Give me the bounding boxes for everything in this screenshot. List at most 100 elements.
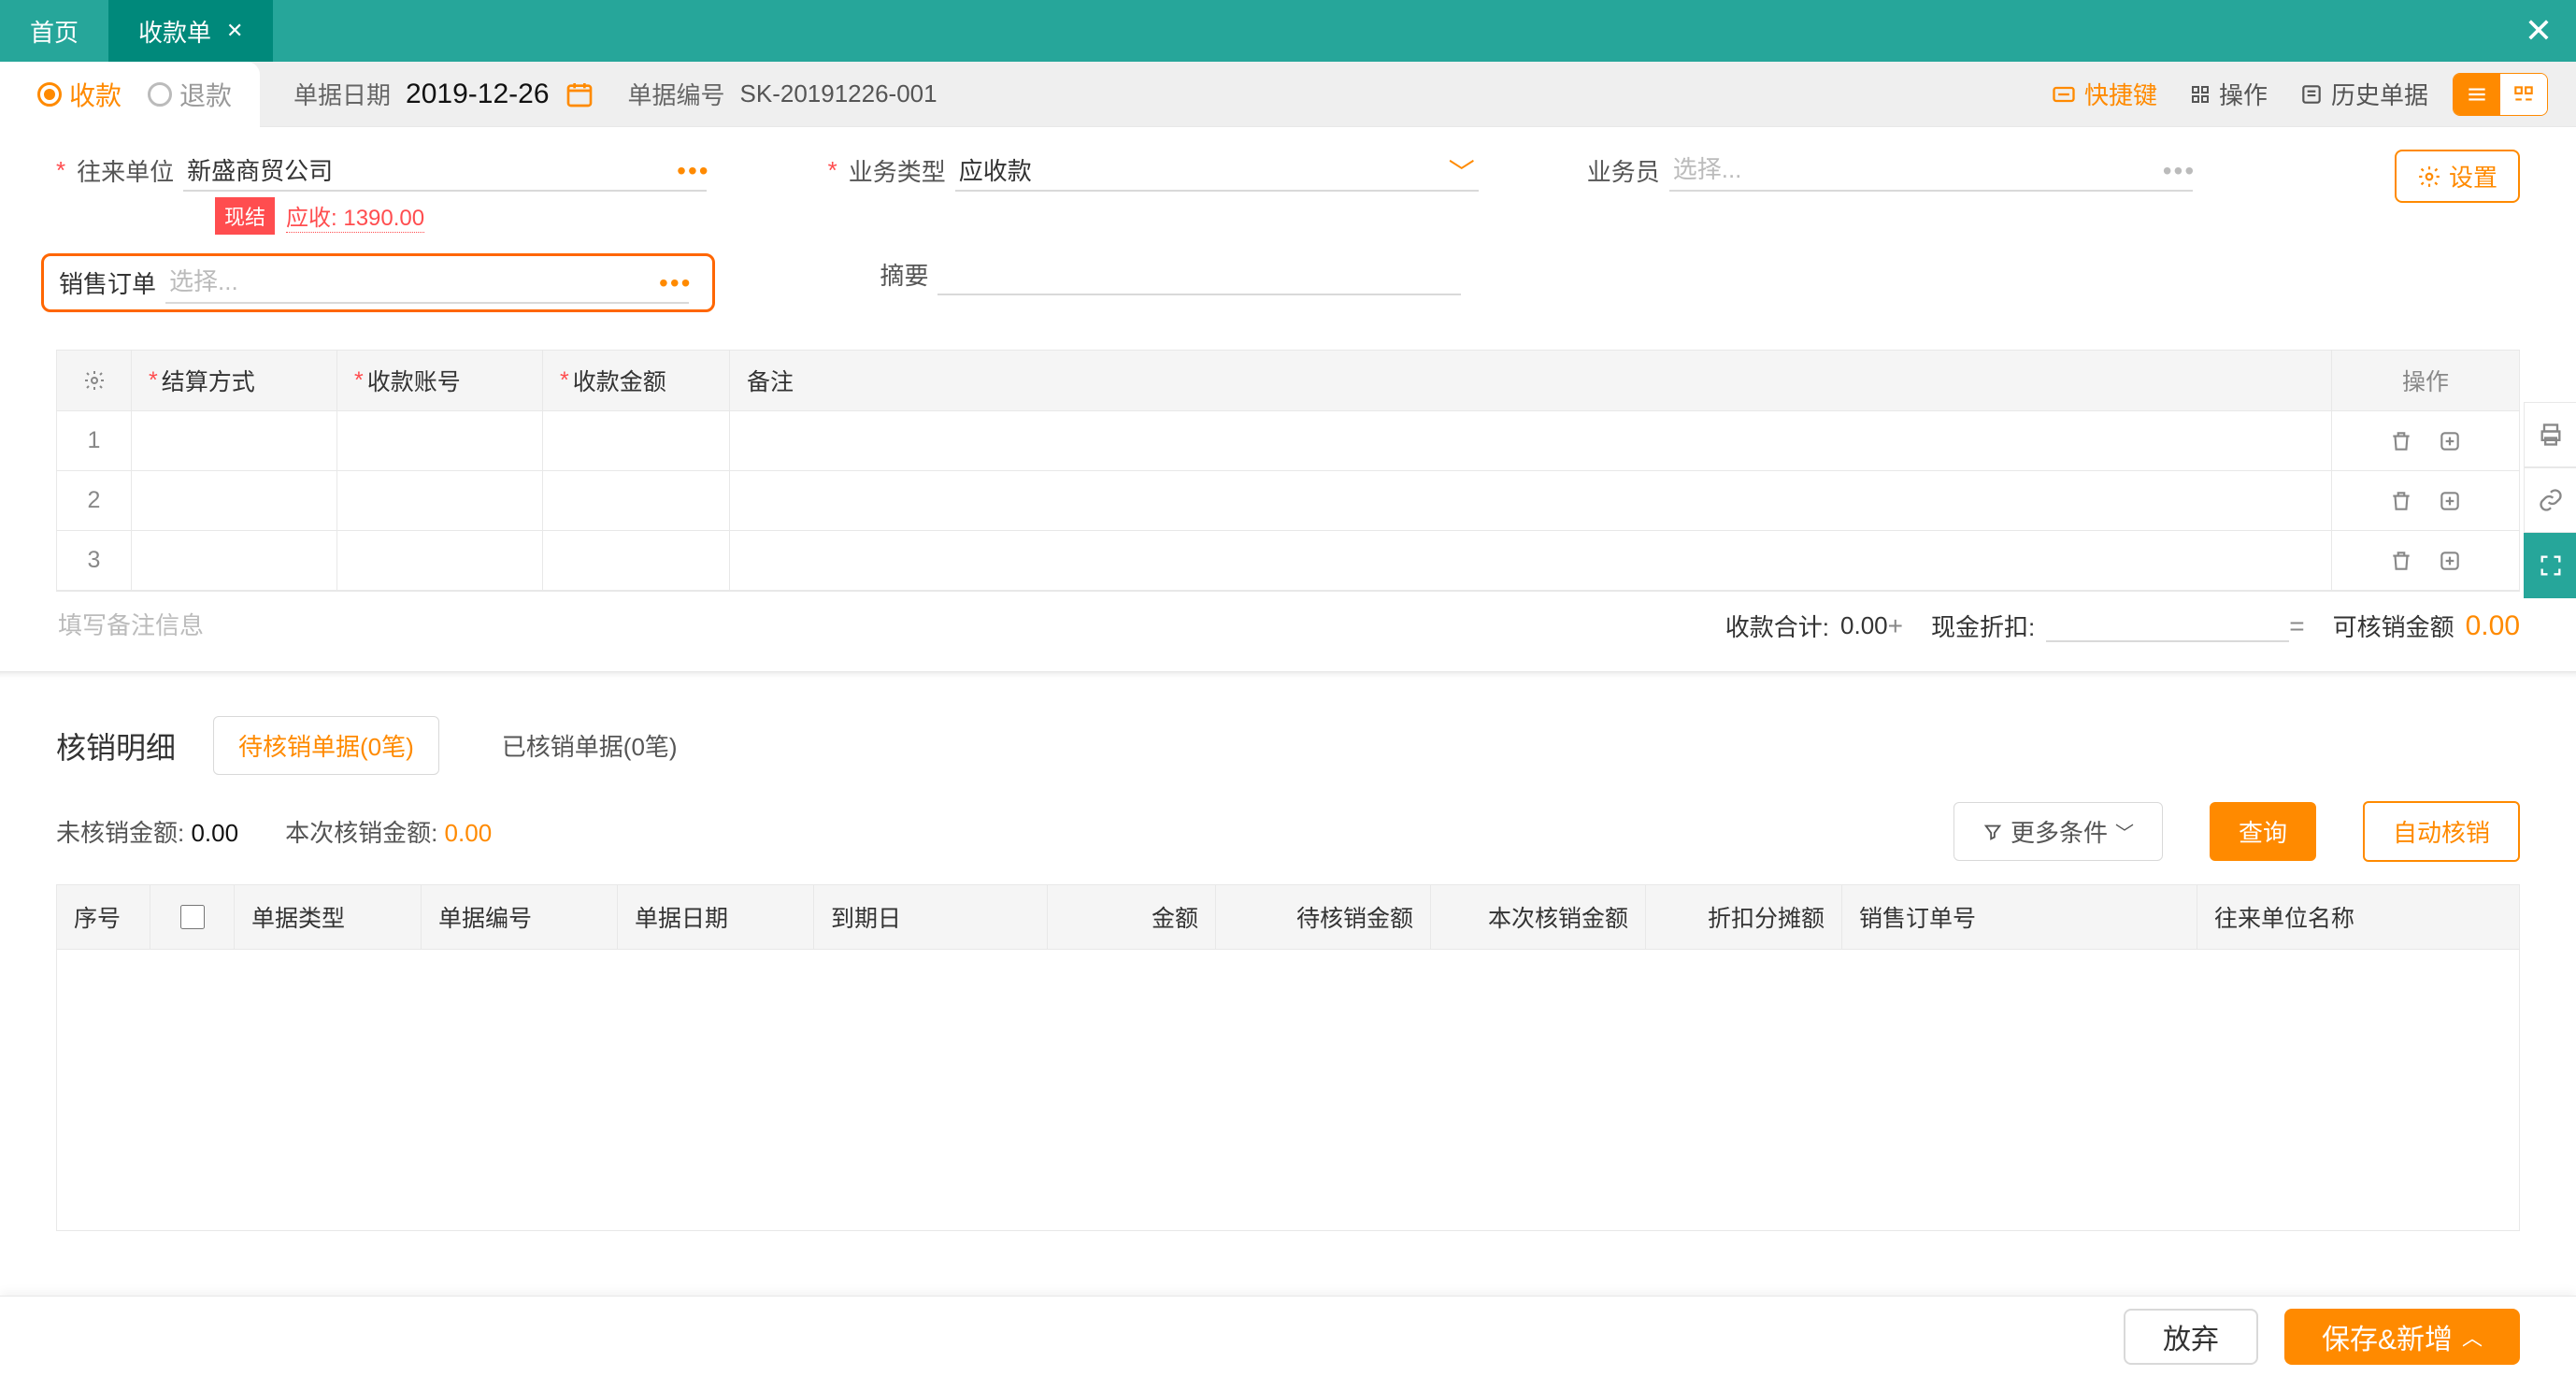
field-salesman: 业务员 ••• — [1587, 150, 2201, 192]
partner-input[interactable] — [183, 150, 707, 192]
cell-amount[interactable] — [543, 471, 730, 530]
delete-row-icon[interactable] — [2389, 549, 2413, 573]
chevron-down-icon[interactable]: ﹀ — [1449, 152, 1475, 190]
bill-remark-input[interactable] — [56, 610, 617, 641]
side-print-button[interactable] — [2524, 402, 2576, 467]
link-shortcut[interactable]: 快捷键 — [2051, 77, 2157, 111]
grid-row[interactable]: 3 — [57, 531, 2519, 591]
side-expand-button[interactable] — [2524, 533, 2576, 598]
tab-receipt[interactable]: 收款单 ✕ — [108, 0, 273, 62]
verify-grid-header: 序号 单据类型 单据编号 单据日期 到期日 金额 待核销金额 本次核销金额 折扣… — [57, 885, 2519, 950]
grid-header: *结算方式 *收款账号 *收款金额 备注 操作 — [57, 351, 2519, 411]
vcol-doc-no: 单据编号 — [422, 885, 618, 949]
link-operations-label: 操作 — [2219, 77, 2268, 111]
more-filters-label: 更多条件 — [2011, 814, 2108, 849]
cell-account[interactable] — [337, 531, 543, 590]
verify-grid: 序号 单据类型 单据编号 单据日期 到期日 金额 待核销金额 本次核销金额 折扣… — [56, 884, 2520, 1231]
verify-title: 核销明细 — [56, 724, 176, 767]
more-icon[interactable]: ••• — [2163, 156, 2201, 186]
cell-ops — [2332, 471, 2519, 530]
radio-refund[interactable]: 退款 — [148, 76, 232, 113]
vcol-this-amt: 本次核销金额 — [1431, 885, 1646, 949]
side-link-button[interactable] — [2524, 467, 2576, 533]
gear-icon — [2417, 165, 2441, 189]
radio-receive[interactable]: 收款 — [37, 76, 122, 113]
writeoff-value: 0.00 — [2466, 610, 2520, 642]
save-new-button[interactable]: 保存&新增 ︿ — [2284, 1309, 2520, 1365]
discard-button[interactable]: 放弃 — [2124, 1309, 2258, 1365]
radio-icon — [148, 82, 172, 107]
add-row-icon[interactable] — [2438, 549, 2462, 573]
verify-tab-pending[interactable]: 待核销单据(0笔) — [213, 716, 439, 775]
cell-account[interactable] — [337, 411, 543, 470]
col-remark: 备注 — [730, 351, 2332, 410]
more-icon[interactable]: ••• — [677, 156, 715, 186]
radio-refund-label: 退款 — [179, 76, 232, 113]
verify-header: 核销明细 待核销单据(0笔) 已核销单据(0笔) — [56, 716, 2520, 775]
field-doc-date: 单据日期 2019-12-26 — [293, 77, 594, 111]
vcol-due: 到期日 — [814, 885, 1048, 949]
vcol-partner: 往来单位名称 — [2197, 885, 2519, 949]
delete-row-icon[interactable] — [2389, 429, 2413, 453]
tab-home[interactable]: 首页 — [0, 0, 108, 62]
cell-remark[interactable] — [730, 411, 2332, 470]
field-biz-type: * 业务类型 ﹀ — [828, 150, 1475, 192]
cell-account[interactable] — [337, 471, 543, 530]
unwriteoff-value: 0.00 — [191, 819, 238, 847]
receivable-link[interactable]: 应收: 1390.00 — [286, 199, 424, 233]
tab-home-label: 首页 — [30, 14, 79, 49]
view-mode-toggle — [2453, 73, 2548, 116]
auto-writeoff-label: 自动核销 — [2393, 814, 2490, 849]
doc-date-value[interactable]: 2019-12-26 — [406, 79, 549, 110]
auto-writeoff-button[interactable]: 自动核销 — [2363, 801, 2520, 862]
add-row-icon[interactable] — [2438, 429, 2462, 453]
calendar-icon[interactable] — [565, 79, 594, 109]
discard-button-label: 放弃 — [2163, 1316, 2219, 1357]
link-history[interactable]: 历史单据 — [2299, 77, 2428, 111]
delete-row-icon[interactable] — [2389, 489, 2413, 513]
tag-settle-now: 现结 — [215, 197, 275, 235]
cell-remark[interactable] — [730, 471, 2332, 530]
add-row-icon[interactable] — [2438, 489, 2462, 513]
salesman-input[interactable] — [1669, 150, 2193, 192]
window-close-button[interactable]: ✕ — [2501, 0, 2576, 62]
query-button[interactable]: 查询 — [2210, 802, 2316, 861]
side-rail — [2524, 402, 2576, 598]
summary-input[interactable] — [937, 253, 1461, 295]
view-mode-list[interactable] — [2454, 74, 2500, 115]
biz-type-select[interactable] — [955, 150, 1479, 192]
more-icon[interactable]: ••• — [659, 268, 697, 298]
vcol-seq: 序号 — [57, 885, 150, 949]
cell-amount[interactable] — [543, 531, 730, 590]
cell-ops — [2332, 531, 2519, 590]
vcol-doc-date: 单据日期 — [618, 885, 814, 949]
grid-row[interactable]: 2 — [57, 471, 2519, 531]
settings-button[interactable]: 设置 — [2395, 150, 2520, 203]
cell-amount[interactable] — [543, 411, 730, 470]
vcol-checkbox[interactable] — [150, 885, 235, 949]
col-settings[interactable] — [57, 351, 132, 410]
vcol-doc-type: 单据类型 — [235, 885, 422, 949]
verify-grid-body — [57, 950, 2519, 1230]
view-mode-grid[interactable] — [2500, 74, 2547, 115]
section-divider — [0, 671, 2576, 688]
field-sales-order-highlight: 销售订单 ••• — [41, 253, 715, 312]
grid-row[interactable]: 1 — [57, 411, 2519, 471]
footer-bar: 放弃 保存&新增 ︿ — [0, 1296, 2576, 1376]
form-area: * 往来单位 ••• 现结 应收: 1390.00 * 业务类型 ﹀ 业务员 — [0, 127, 2576, 350]
verify-tab-done[interactable]: 已核销单据(0笔) — [477, 716, 703, 775]
more-filters-button[interactable]: 更多条件 ﹀ — [1953, 802, 2163, 861]
vcol-disc: 折扣分摊额 — [1646, 885, 1842, 949]
cell-method[interactable] — [132, 471, 337, 530]
cell-remark[interactable] — [730, 531, 2332, 590]
writeoff-label: 可核销金额 — [2333, 609, 2454, 643]
sales-order-input[interactable] — [165, 262, 689, 304]
discount-input[interactable] — [2046, 610, 2289, 642]
cell-method[interactable] — [132, 411, 337, 470]
summary-label: 摘要 — [880, 257, 928, 292]
cell-method[interactable] — [132, 531, 337, 590]
close-icon[interactable]: ✕ — [226, 21, 243, 41]
vcol-amount: 金额 — [1048, 885, 1216, 949]
salesman-label: 业务员 — [1587, 153, 1660, 188]
link-operations[interactable]: 操作 — [2189, 77, 2268, 111]
